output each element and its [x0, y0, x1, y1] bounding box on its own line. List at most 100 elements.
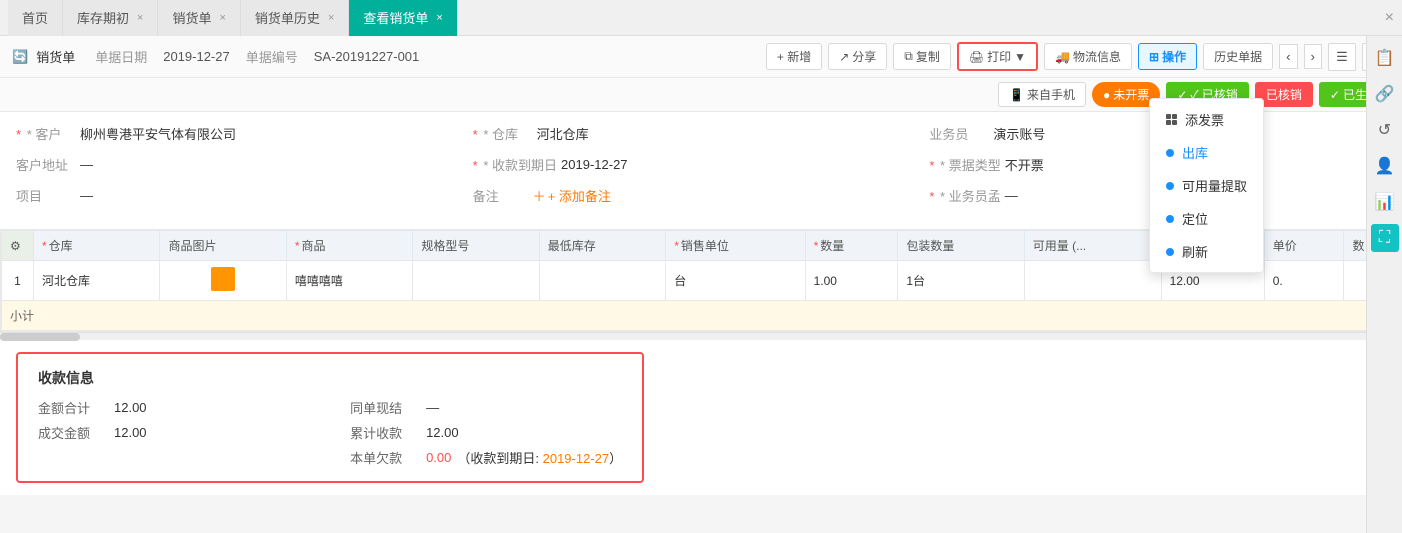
- doc-meta: 单据日期 2019-12-27 单据编号 SA-20191227-001: [95, 47, 762, 66]
- sidebar-user-icon[interactable]: 👤: [1371, 152, 1399, 180]
- print-dropdown-icon: ▼: [1014, 50, 1026, 64]
- row-sales-unit: 台: [666, 261, 805, 301]
- refresh-dot: [1166, 248, 1174, 256]
- add-note-button[interactable]: ＋ + 添加备注: [533, 186, 611, 205]
- customer-label: * * 客户: [16, 124, 76, 143]
- col-pack-qty: 包装数量: [898, 231, 1024, 261]
- doc-title: 销货单: [36, 47, 75, 66]
- col-spec: 规格型号: [413, 231, 539, 261]
- transaction-value: 12.00: [114, 425, 147, 440]
- menu-available-label: 可用量提取: [1182, 176, 1247, 195]
- date-value: 2019-12-27: [163, 49, 230, 64]
- arrears-label: 本单欠款: [350, 448, 420, 467]
- row-min-stock: [539, 261, 665, 301]
- outbound-dot: [1166, 149, 1174, 157]
- history-button[interactable]: 历史单据: [1203, 43, 1273, 70]
- payment-box: 收款信息 金额合计 12.00 同单现结 — 成交金额 12.00: [16, 352, 644, 483]
- operations-icon: ⊞: [1149, 50, 1159, 64]
- project-field: 项目 —: [16, 186, 473, 205]
- right-sidebar: 📋 🔗 ↺ 👤 📊 ⛶: [1366, 36, 1402, 533]
- menu-item-locate[interactable]: 定位: [1150, 202, 1263, 235]
- row-product-img: [160, 261, 286, 301]
- menu-item-available[interactable]: 可用量提取: [1150, 169, 1263, 202]
- ticket-type-value: 不开票: [1005, 155, 1044, 174]
- menu-item-refresh[interactable]: 刷新: [1150, 235, 1263, 268]
- warehouse-label: * * 仓库: [473, 124, 533, 143]
- tab-close-history[interactable]: ×: [328, 12, 334, 24]
- print-button[interactable]: 🖨 打印 ▼: [957, 42, 1038, 71]
- menu-locate-label: 定位: [1182, 209, 1208, 228]
- tab-close-sales[interactable]: ×: [219, 12, 225, 24]
- cumulative-value: 12.00: [426, 425, 459, 440]
- col-settings[interactable]: ⚙: [2, 231, 34, 261]
- plus-icon: ＋: [533, 186, 546, 205]
- gear-icon: ⚙: [10, 239, 21, 253]
- staff2-label: * * 业务员孟: [929, 186, 1000, 205]
- staff2-value: —: [1005, 188, 1018, 203]
- list-view-button[interactable]: ☰: [1328, 43, 1356, 71]
- row-pack-qty: 1台: [898, 261, 1024, 301]
- doc-icon: 🔄: [12, 49, 28, 65]
- row-warehouse: 河北仓库: [34, 261, 160, 301]
- payment-date-label: * * 收款到期日: [473, 155, 557, 174]
- amount-value: 12.00: [114, 400, 147, 415]
- prev-button[interactable]: ‹: [1279, 44, 1297, 69]
- staff-label: 业务员: [929, 124, 989, 143]
- ticket-type-label: * * 票据类型: [929, 155, 1000, 174]
- tab-view-sales[interactable]: 查看销货单 ×: [349, 0, 457, 36]
- note-field: 备注 ＋ + 添加备注: [473, 186, 930, 205]
- tab-inventory-init[interactable]: 库存期初 ×: [63, 0, 158, 36]
- scroll-bar[interactable]: [0, 332, 1402, 340]
- phone-icon: 📱: [1009, 88, 1024, 102]
- row-index: 1: [2, 261, 34, 301]
- amount-label: 金额合计: [38, 398, 108, 417]
- new-button[interactable]: + 新增: [766, 43, 822, 70]
- sidebar-expand-icon[interactable]: ⛶: [1371, 224, 1399, 252]
- operations-button[interactable]: ⊞ 操作: [1138, 43, 1197, 70]
- sidebar-refresh-icon[interactable]: ↺: [1371, 116, 1399, 144]
- from-phone-button[interactable]: 📱 来自手机: [998, 82, 1086, 107]
- same-order-value: —: [426, 400, 439, 415]
- window-close-button[interactable]: ×: [1385, 9, 1394, 27]
- ticket-icon: ●: [1103, 88, 1110, 102]
- arrears-note: （收款到期日: 2019-12-27）: [457, 448, 622, 467]
- tab-sales-history[interactable]: 销货单历史 ×: [241, 0, 349, 36]
- menu-item-outbound[interactable]: 出库: [1150, 136, 1263, 169]
- sidebar-link-icon[interactable]: 🔗: [1371, 80, 1399, 108]
- payment-date-value: 2019-12-27: [561, 157, 628, 172]
- customer-field: * * 客户 柳州粤港平安气体有限公司: [16, 124, 473, 143]
- share-button[interactable]: ↗ 分享: [828, 43, 887, 70]
- menu-refresh-label: 刷新: [1182, 242, 1208, 261]
- menu-item-invoice[interactable]: 添发票: [1150, 103, 1263, 136]
- tab-close-inventory[interactable]: ×: [137, 12, 143, 24]
- tab-sales-order[interactable]: 销货单 ×: [158, 0, 240, 36]
- row-quantity: 1.00: [805, 261, 898, 301]
- warehouse-field: * * 仓库 河北仓库: [473, 124, 930, 143]
- number-label: 单据编号: [246, 47, 298, 66]
- copy-button[interactable]: ⧉ 复制: [893, 43, 951, 70]
- logistics-button[interactable]: 🚚 物流信息: [1044, 43, 1132, 70]
- tab-close-view[interactable]: ×: [436, 12, 442, 24]
- menu-invoice-label: 添发票: [1185, 110, 1224, 129]
- share-icon: ↗: [839, 50, 849, 64]
- same-order-row: 同单现结 —: [350, 398, 622, 417]
- date-label: 单据日期: [95, 47, 147, 66]
- row-product: 嘻嘻嘻嘻: [286, 261, 412, 301]
- arrears-row: 本单欠款 0.00 （收款到期日: 2019-12-27）: [350, 448, 622, 467]
- same-order-label: 同单现结: [350, 398, 420, 417]
- sidebar-doc-icon[interactable]: 📋: [1371, 44, 1399, 72]
- amount-row: 金额合计 12.00: [38, 398, 310, 417]
- effect-check-icon: ✓: [1330, 88, 1340, 102]
- col-warehouse: *仓库: [34, 231, 160, 261]
- cumulative-label: 累计收款: [350, 423, 420, 442]
- sidebar-chart-icon[interactable]: 📊: [1371, 188, 1399, 216]
- transaction-row: 成交金额 12.00: [38, 423, 310, 442]
- payment-grid: 金额合计 12.00 同单现结 — 成交金额 12.00 累计收款 12.00: [38, 398, 622, 467]
- menu-outbound-label: 出库: [1182, 143, 1208, 162]
- next-button[interactable]: ›: [1304, 44, 1322, 69]
- tab-home[interactable]: 首页: [8, 0, 63, 36]
- address-label: 客户地址: [16, 155, 76, 174]
- project-value: —: [80, 188, 93, 203]
- product-image: [211, 267, 235, 291]
- number-value: SA-20191227-001: [314, 49, 420, 64]
